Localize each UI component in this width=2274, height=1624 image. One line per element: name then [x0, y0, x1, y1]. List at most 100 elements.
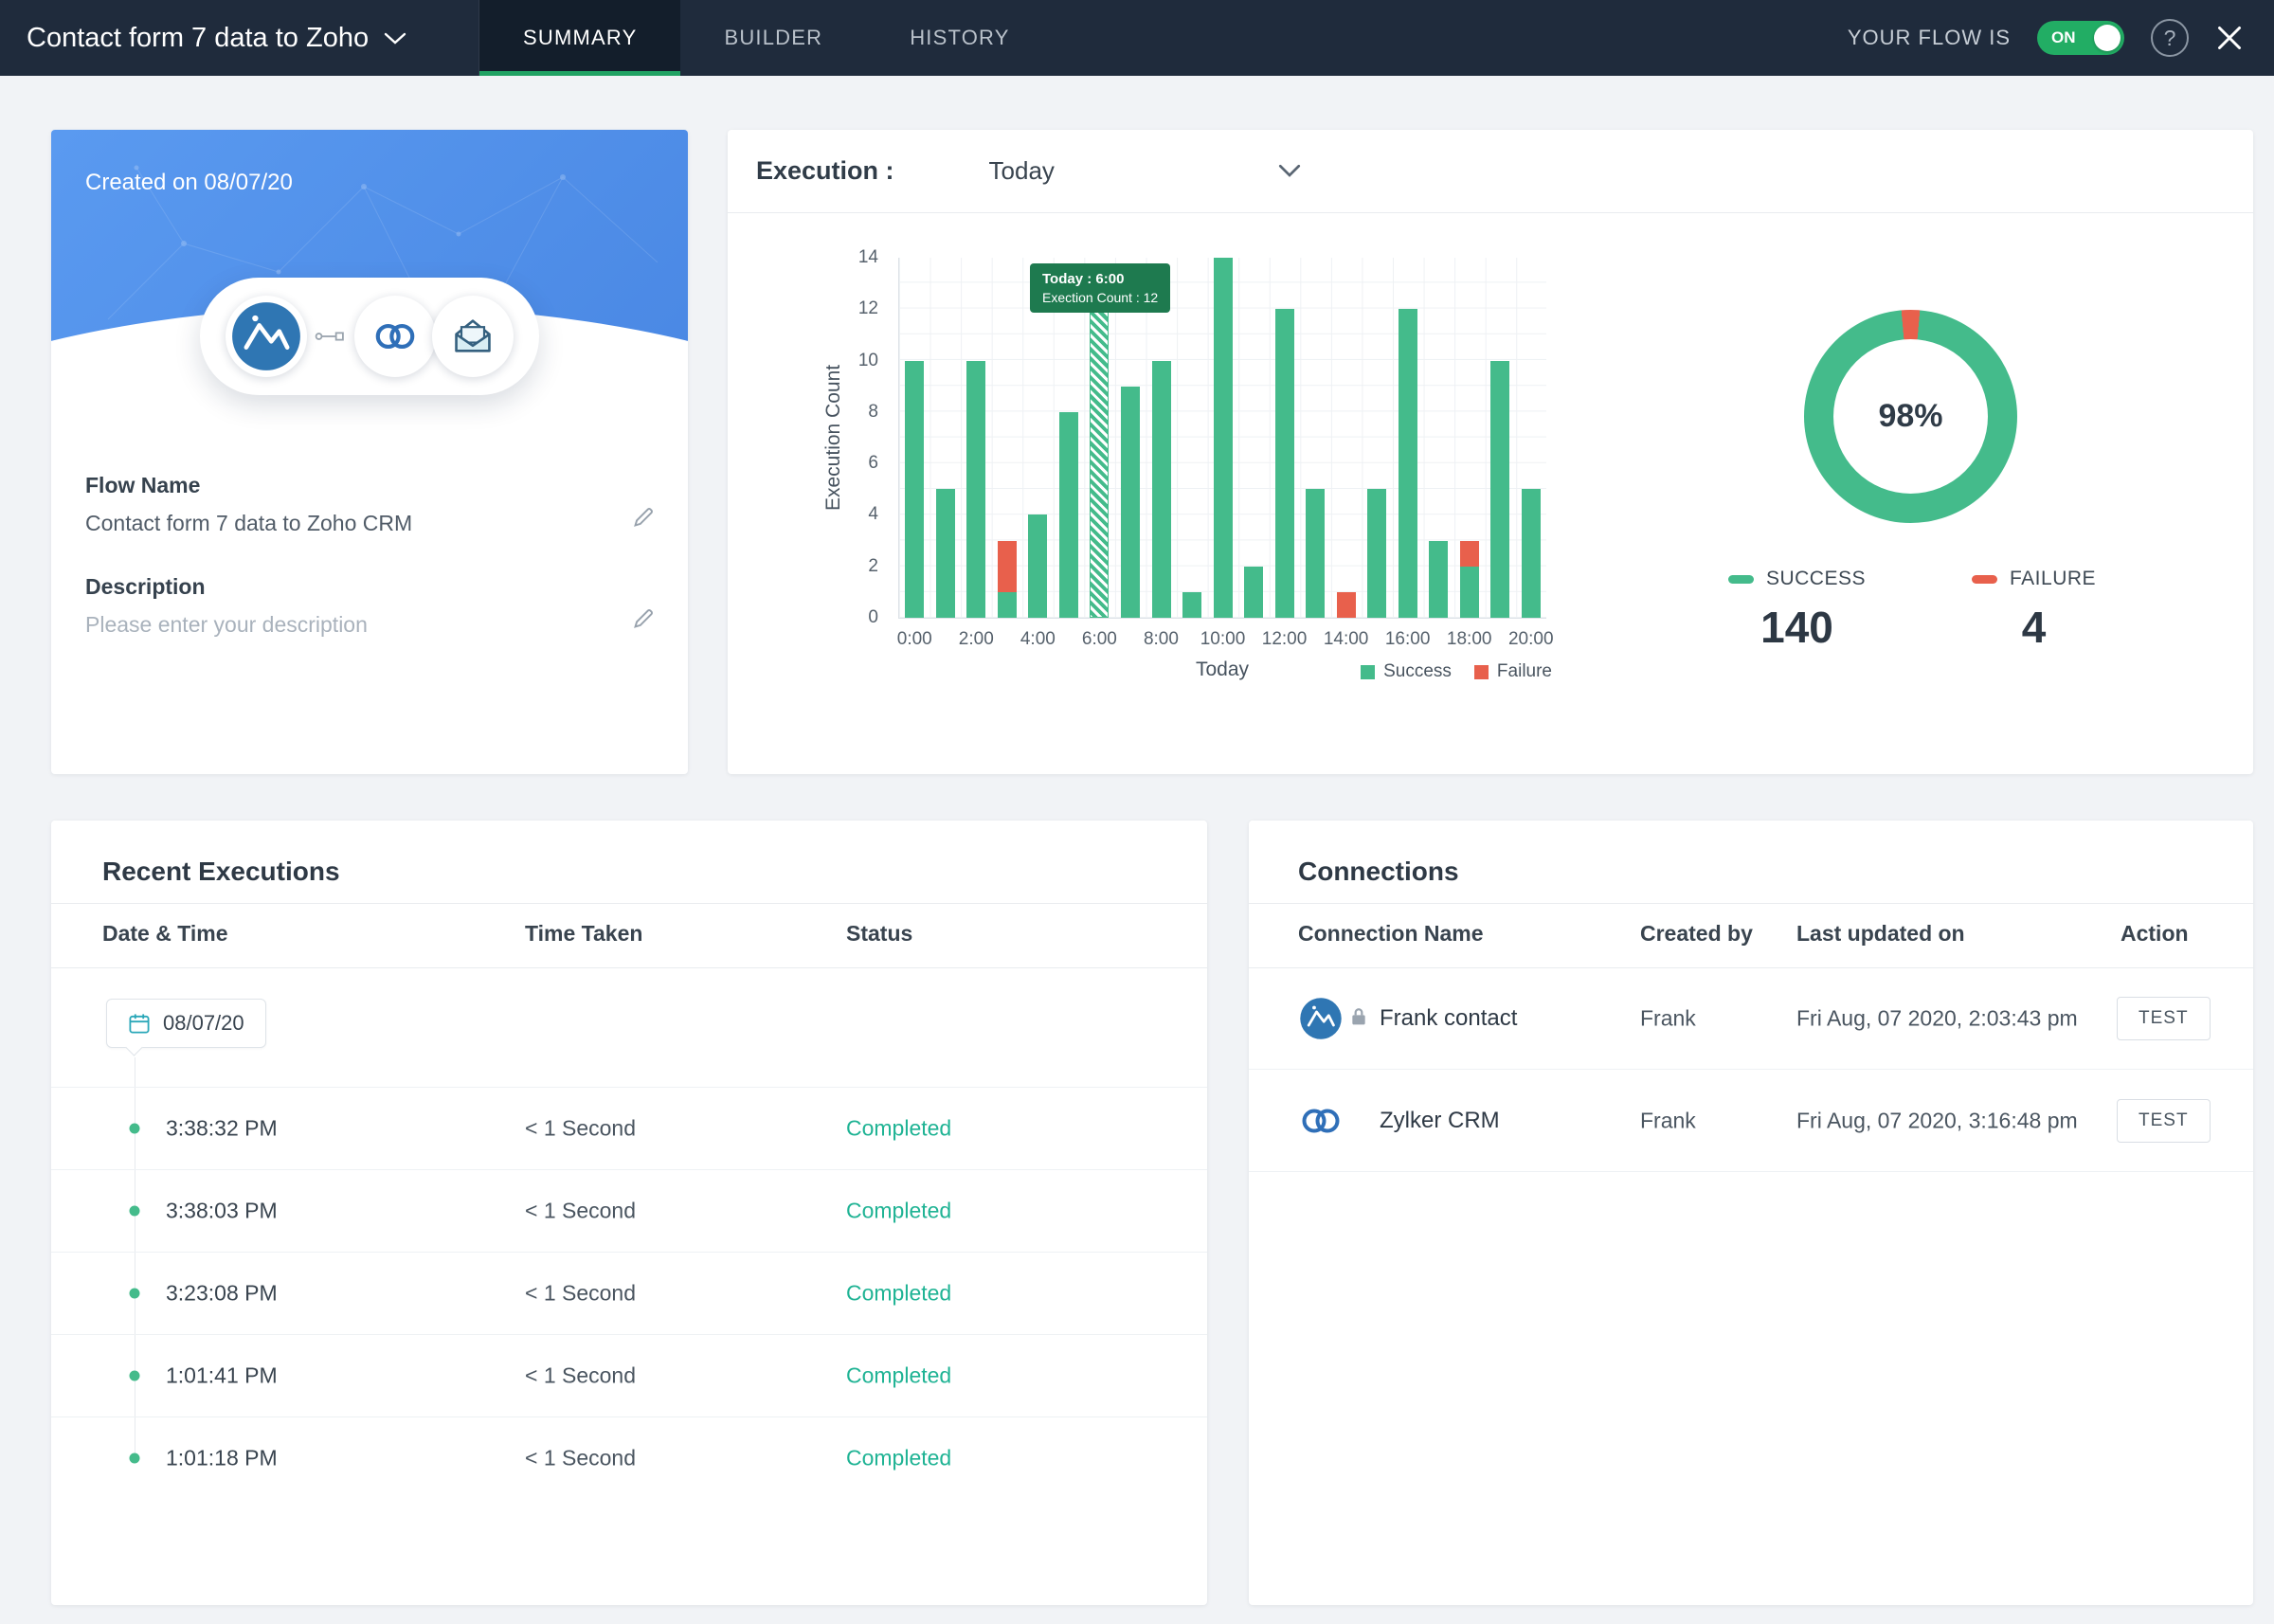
success-bar-segment — [1490, 360, 1510, 618]
x-tick-label: 8:00 — [1143, 629, 1179, 649]
x-tick-label: 14:00 — [1323, 629, 1369, 649]
success-percent: 98% — [1878, 398, 1943, 434]
y-axis-ticks: 0 2 4 6 8 10 12 14 — [837, 247, 886, 627]
connections-title: Connections — [1298, 857, 1459, 886]
tab-builder[interactable]: BUILDER — [680, 0, 866, 76]
failure-bar-segment — [1459, 540, 1479, 567]
success-bar-segment — [1151, 360, 1171, 618]
column-action: Action — [2121, 921, 2189, 946]
bar-slot[interactable] — [1177, 258, 1208, 618]
help-icon[interactable]: ? — [2151, 19, 2189, 57]
chart-legend: Success Failure — [1361, 661, 1552, 682]
bar-slot[interactable] — [1207, 258, 1238, 618]
execution-row[interactable]: 3:38:03 PM < 1 Second Completed — [51, 1169, 1207, 1252]
success-bar-segment — [1429, 540, 1449, 618]
recent-executions-title: Recent Executions — [102, 857, 340, 886]
tab-summary[interactable]: SUMMARY — [479, 0, 681, 76]
flow-title: Contact form 7 data to Zoho — [27, 22, 370, 53]
bar-slot[interactable] — [899, 258, 930, 618]
bar-slot[interactable] — [1238, 258, 1270, 618]
divider — [1249, 903, 2253, 904]
success-bar-segment — [935, 489, 955, 618]
bar-slot[interactable] — [992, 258, 1023, 618]
success-bar-segment — [1182, 591, 1202, 618]
bar-slot[interactable] — [1362, 258, 1393, 618]
divider — [51, 903, 1207, 904]
execution-time: 3:38:32 PM — [166, 1115, 278, 1141]
execution-row[interactable]: 1:01:41 PM < 1 Second Completed — [51, 1334, 1207, 1416]
bar-slot[interactable] — [1269, 258, 1300, 618]
y-tick-label: 10 — [857, 350, 878, 370]
bar-slot[interactable] — [961, 258, 992, 618]
connector-icon — [315, 332, 344, 341]
timeline-dot — [129, 1453, 140, 1464]
edit-description-button[interactable] — [631, 606, 656, 634]
connection-name[interactable]: Frank contact — [1380, 1005, 1517, 1032]
success-bar-segment — [1058, 411, 1078, 618]
failure-summary: FAILURE 4 — [1972, 568, 2096, 653]
bar-slot[interactable] — [1393, 258, 1424, 618]
success-bar-segment — [1244, 566, 1264, 618]
test-connection-button[interactable]: TEST — [2117, 1098, 2211, 1143]
execution-bar-chart: 0 2 4 6 8 10 12 14 Today : 6:00 Exection Count … — [858, 247, 1554, 649]
success-bar-segment — [1367, 489, 1387, 618]
bar-slot[interactable] — [930, 258, 962, 618]
legend-label: Success — [1383, 661, 1452, 681]
top-bar: Contact form 7 data to Zoho SUMMARY BUIL… — [0, 0, 2274, 76]
execution-row[interactable]: 3:38:32 PM < 1 Second Completed — [51, 1087, 1207, 1169]
execution-time-taken: < 1 Second — [525, 1445, 637, 1471]
flow-on-toggle[interactable]: ON — [2037, 21, 2124, 55]
execution-row[interactable]: 3:23:08 PM < 1 Second Completed — [51, 1252, 1207, 1334]
execution-range-select[interactable]: Today — [989, 156, 1302, 186]
created-on-label: Created on 08/07/20 — [85, 170, 293, 195]
y-tick-label: 14 — [857, 247, 878, 267]
toggle-on-label: ON — [2051, 28, 2076, 46]
success-bar-segment — [1120, 386, 1140, 618]
tab-history[interactable]: HISTORY — [866, 0, 1053, 76]
timeline-dot — [129, 1123, 140, 1134]
success-bar-segment — [1213, 258, 1233, 618]
test-connection-button[interactable]: TEST — [2117, 996, 2211, 1040]
failure-bar-segment — [997, 540, 1017, 592]
bar-slot[interactable] — [1300, 258, 1331, 618]
zoho-flow-summary-page: Contact form 7 data to Zoho SUMMARY BUIL… — [0, 0, 2274, 1624]
flow-name-value: Contact form 7 data to Zoho CRM — [85, 511, 413, 535]
y-tick-label: 2 — [868, 555, 878, 576]
success-summary: SUCCESS 140 — [1727, 568, 1866, 653]
success-bar-segment — [966, 360, 986, 618]
connection-created-by: Frank — [1640, 1108, 1696, 1132]
close-icon[interactable] — [2215, 24, 2244, 52]
edit-flow-name-button[interactable] — [631, 505, 656, 532]
column-last-updated: Last updated on — [1796, 921, 1965, 946]
contact-form-7-icon — [226, 296, 307, 377]
bar-slot[interactable] — [1454, 258, 1486, 618]
execution-status[interactable]: Completed — [846, 1199, 951, 1224]
bar-slot[interactable] — [1485, 258, 1516, 618]
success-bar-segment — [1274, 309, 1294, 618]
success-bar-segment — [1521, 489, 1541, 618]
execution-status[interactable]: Completed — [846, 1363, 951, 1389]
execution-status[interactable]: Completed — [846, 1116, 951, 1142]
column-time-taken: Time Taken — [525, 921, 643, 946]
connection-name[interactable]: Zylker CRM — [1380, 1108, 1500, 1134]
bar-slot[interactable] — [1330, 258, 1362, 618]
legend-swatch — [1473, 664, 1489, 679]
execution-time-taken: < 1 Second — [525, 1280, 637, 1306]
chart-tooltip: Today : 6:00 Exection Count : 12 — [1030, 263, 1171, 313]
column-date-time: Date & Time — [102, 921, 228, 946]
execution-time-taken: < 1 Second — [525, 1115, 637, 1141]
execution-row[interactable]: 1:01:18 PM < 1 Second Completed — [51, 1416, 1207, 1499]
execution-range-value: Today — [988, 156, 1055, 185]
success-bar-segment — [1028, 514, 1048, 618]
email-icon — [432, 296, 514, 377]
flow-apps-pill — [200, 278, 539, 395]
connection-rows: Frank contact Frank Fri Aug, 07 2020, 2:… — [1249, 967, 2253, 1172]
execution-status[interactable]: Completed — [846, 1446, 951, 1471]
execution-date-chip: 08/07/20 — [106, 999, 266, 1048]
chevron-down-icon — [1278, 164, 1300, 177]
flow-title-dropdown[interactable]: Contact form 7 data to Zoho — [0, 0, 478, 76]
bar-slot[interactable] — [1423, 258, 1454, 618]
x-tick-label: 10:00 — [1200, 629, 1246, 649]
execution-status[interactable]: Completed — [846, 1281, 951, 1307]
bar-slot[interactable] — [1516, 258, 1547, 618]
